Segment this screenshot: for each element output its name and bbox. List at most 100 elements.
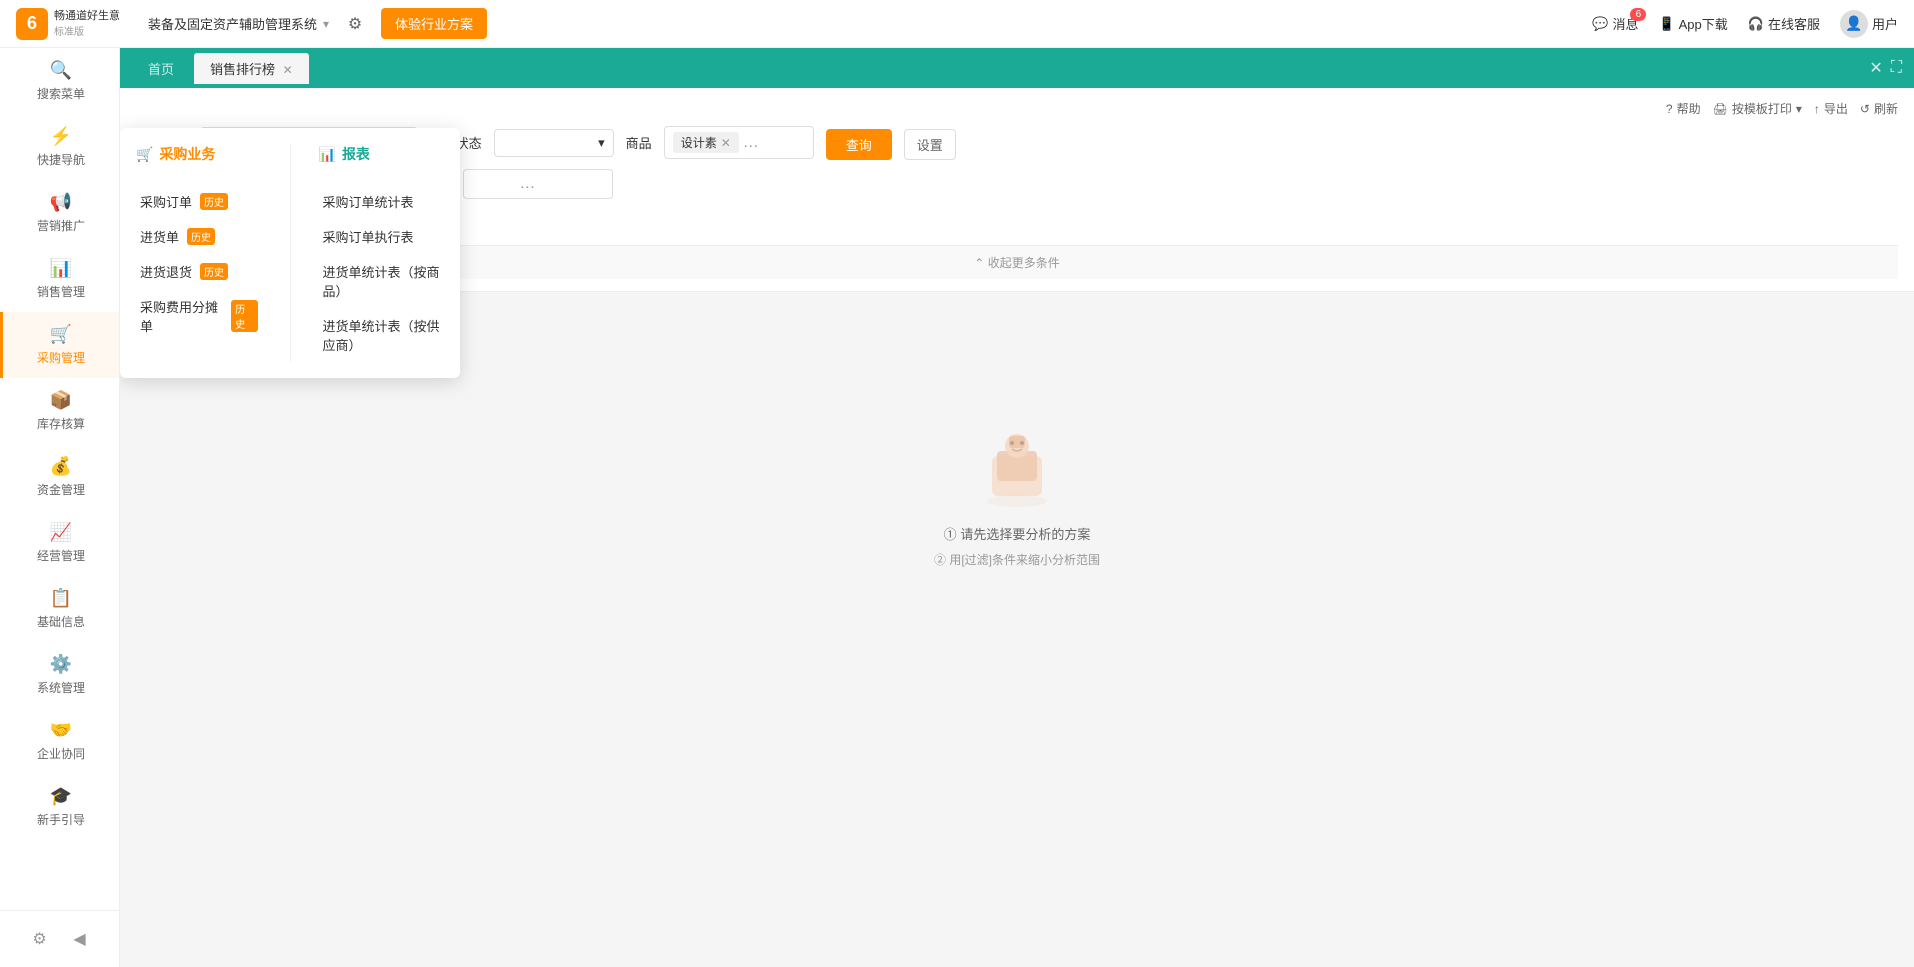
sidebar-label-enterprise: 企业协同 xyxy=(37,745,85,762)
logo-icon: 6 xyxy=(16,8,48,40)
menu-item-order-stat-label: 采购订单统计表 xyxy=(323,192,414,211)
message-badge: 6 xyxy=(1630,8,1646,21)
menu-item-order-exec[interactable]: 采购订单执行表 xyxy=(319,219,445,254)
menu-divider xyxy=(290,144,291,362)
sidebar-label-basic-info: 基础信息 xyxy=(37,613,85,630)
help-icon: ? xyxy=(1666,102,1673,116)
filter-setting-btn[interactable]: 设置 xyxy=(904,129,956,160)
sidebar-item-enterprise[interactable]: 🤝 企业协同 xyxy=(0,708,119,774)
hint2-text: 用[过滤]条件来缩小分析范围 xyxy=(949,553,1100,567)
inventory-icon: 📦 xyxy=(50,390,72,411)
sidebar-collapse-btn[interactable]: ◀ xyxy=(64,923,96,955)
sidebar: 🔍 搜索菜单 ⚡ 快捷导航 📢 营销推广 📊 销售管理 🛒 采购管理 📦 库存核… xyxy=(0,48,120,967)
salesperson-value xyxy=(472,176,515,191)
status-value xyxy=(503,135,532,150)
menu-item-return[interactable]: 进货退货 历史 xyxy=(136,254,262,289)
app-edition: 标准版 xyxy=(54,23,120,38)
online-service-btn[interactable]: 🎧 在线客服 xyxy=(1748,14,1820,33)
sidebar-item-sales[interactable]: 📊 销售管理 xyxy=(0,246,119,312)
report-title: 📊 报表 xyxy=(319,144,445,172)
filter-toolbar: ? 帮助 🖨 按模板打印 ▾ ↑ 导出 ↺ 刷新 xyxy=(136,100,1898,117)
tab-close-icon[interactable]: ✕ xyxy=(283,63,293,77)
system-title-text: 装备及固定资产辅助管理系统 xyxy=(148,14,317,33)
sidebar-item-basic-info[interactable]: 📋 基础信息 xyxy=(0,576,119,642)
purchase-business-title-text: 采购业务 xyxy=(159,144,215,164)
goods-tag-text: 设计素 xyxy=(681,134,717,151)
sidebar-item-inventory[interactable]: 📦 库存核算 xyxy=(0,378,119,444)
logo-area: 6 畅通道好生意 标准版 xyxy=(16,8,136,40)
phone-icon: 📱 xyxy=(1658,16,1674,32)
sidebar-item-search[interactable]: 🔍 搜索菜单 xyxy=(0,48,119,114)
export-icon: ↑ xyxy=(1814,102,1820,116)
menu-item-order-stat[interactable]: 采购订单统计表 xyxy=(319,184,445,219)
sidebar-item-marketing[interactable]: 📢 营销推广 xyxy=(0,180,119,246)
salesperson-input[interactable]: … xyxy=(463,169,613,199)
empty-hint2: ② 用[过滤]条件来缩小分析范围 xyxy=(934,551,1100,568)
status-select[interactable]: ▾ xyxy=(494,129,614,157)
purchase-icon: 🛒 xyxy=(50,324,72,345)
system-title: 装备及固定资产辅助管理系统 ▾ xyxy=(148,14,329,33)
report-title-text: 报表 xyxy=(342,144,370,164)
goods-input[interactable]: 设计素 ✕ … xyxy=(664,126,814,159)
sidebar-label-newbie: 新手引导 xyxy=(37,811,85,828)
menu-item-inbound-by-goods[interactable]: 进货单统计表（按商品） xyxy=(319,254,445,308)
settings-icon-btn[interactable]: ⚙ xyxy=(341,10,369,38)
refresh-btn[interactable]: ↺ 刷新 xyxy=(1860,100,1898,117)
system-dropdown-icon[interactable]: ▾ xyxy=(323,17,329,31)
top-header: 6 畅通道好生意 标准版 装备及固定资产辅助管理系统 ▾ ⚙ 体验行业方案 💬 … xyxy=(0,0,1914,48)
finance-icon: 💰 xyxy=(50,456,72,477)
menu-item-expense[interactable]: 采购费用分摊单 历史 xyxy=(136,289,262,343)
operations-icon: 📈 xyxy=(50,522,72,543)
user-btn[interactable]: 👤 用户 xyxy=(1840,10,1898,38)
tab-close-all-icon[interactable]: ✕ xyxy=(1869,58,1882,78)
refresh-icon: ↺ xyxy=(1860,102,1870,116)
menu-item-purchase-order[interactable]: 采购订单 历史 xyxy=(136,184,262,219)
export-btn[interactable]: ↑ 导出 xyxy=(1814,100,1848,117)
status-dropdown-icon: ▾ xyxy=(598,135,605,151)
refresh-label: 刷新 xyxy=(1874,100,1898,117)
sales-icon: 📊 xyxy=(50,258,72,279)
tab-bar-right: ✕ ⛶ xyxy=(1869,58,1902,78)
app-download-btn[interactable]: 📱 App下载 xyxy=(1658,14,1727,33)
sidebar-settings-btn[interactable]: ⚙ xyxy=(24,923,56,955)
marketing-icon: 📢 xyxy=(50,192,72,213)
menu-item-return-label: 进货退货 xyxy=(140,262,192,281)
sidebar-item-finance[interactable]: 💰 资金管理 xyxy=(0,444,119,510)
tab-bar: 首页 销售排行榜 ✕ ✕ ⛶ xyxy=(120,48,1914,88)
purchase-business-title-icon: 🛒 xyxy=(136,146,153,163)
menu-item-inbound-by-supplier[interactable]: 进货单统计表（按供应商） xyxy=(319,308,445,362)
sidebar-item-system[interactable]: ⚙️ 系统管理 xyxy=(0,642,119,708)
collapse-icon: ⌃ xyxy=(974,256,987,270)
hint1-text: 请先选择要分析的方案 xyxy=(960,527,1090,542)
history-badge-1: 历史 xyxy=(187,228,215,245)
menu-item-purchase-order-label: 采购订单 xyxy=(140,192,192,211)
menu-item-inbound[interactable]: 进货单 历史 xyxy=(136,219,262,254)
tab-sales-ranking[interactable]: 销售排行榜 ✕ xyxy=(194,53,309,84)
menu-item-inbound-label: 进货单 xyxy=(140,227,179,246)
menu-item-inbound-by-goods-label: 进货单统计表（按商品） xyxy=(323,262,441,300)
menu-item-order-exec-label: 采购订单执行表 xyxy=(323,227,414,246)
goods-tag-close[interactable]: ✕ xyxy=(721,136,731,150)
goods-more-icon[interactable]: … xyxy=(743,134,759,152)
sidebar-label-operations: 经营管理 xyxy=(37,547,85,564)
print-dropdown-icon: ▾ xyxy=(1796,102,1802,116)
sidebar-item-purchase[interactable]: 🛒 采购管理 xyxy=(0,312,119,378)
tab-fullscreen-icon[interactable]: ⛶ xyxy=(1891,59,1902,77)
enterprise-icon: 🤝 xyxy=(50,720,72,741)
message-btn[interactable]: 💬 消息 6 xyxy=(1592,14,1638,33)
sidebar-item-newbie[interactable]: 🎓 新手引导 xyxy=(0,774,119,840)
user-label: 用户 xyxy=(1872,14,1898,33)
sidebar-item-quick-nav[interactable]: ⚡ 快捷导航 xyxy=(0,114,119,180)
avatar: 👤 xyxy=(1840,10,1868,38)
sidebar-item-operations[interactable]: 📈 经营管理 xyxy=(0,510,119,576)
help-btn[interactable]: ? 帮助 xyxy=(1666,100,1701,117)
history-badge-2: 历史 xyxy=(200,263,228,280)
print-icon: 🖨 xyxy=(1713,102,1728,116)
print-btn[interactable]: 🖨 按模板打印 ▾ xyxy=(1713,100,1802,117)
search-btn[interactable]: 查询 xyxy=(826,129,892,160)
tab-home[interactable]: 首页 xyxy=(132,53,190,84)
history-badge-3: 历史 xyxy=(231,300,257,332)
salesperson-more-icon[interactable]: … xyxy=(519,175,535,193)
sidebar-label-marketing: 营销推广 xyxy=(37,217,85,234)
industry-btn[interactable]: 体验行业方案 xyxy=(381,8,487,39)
